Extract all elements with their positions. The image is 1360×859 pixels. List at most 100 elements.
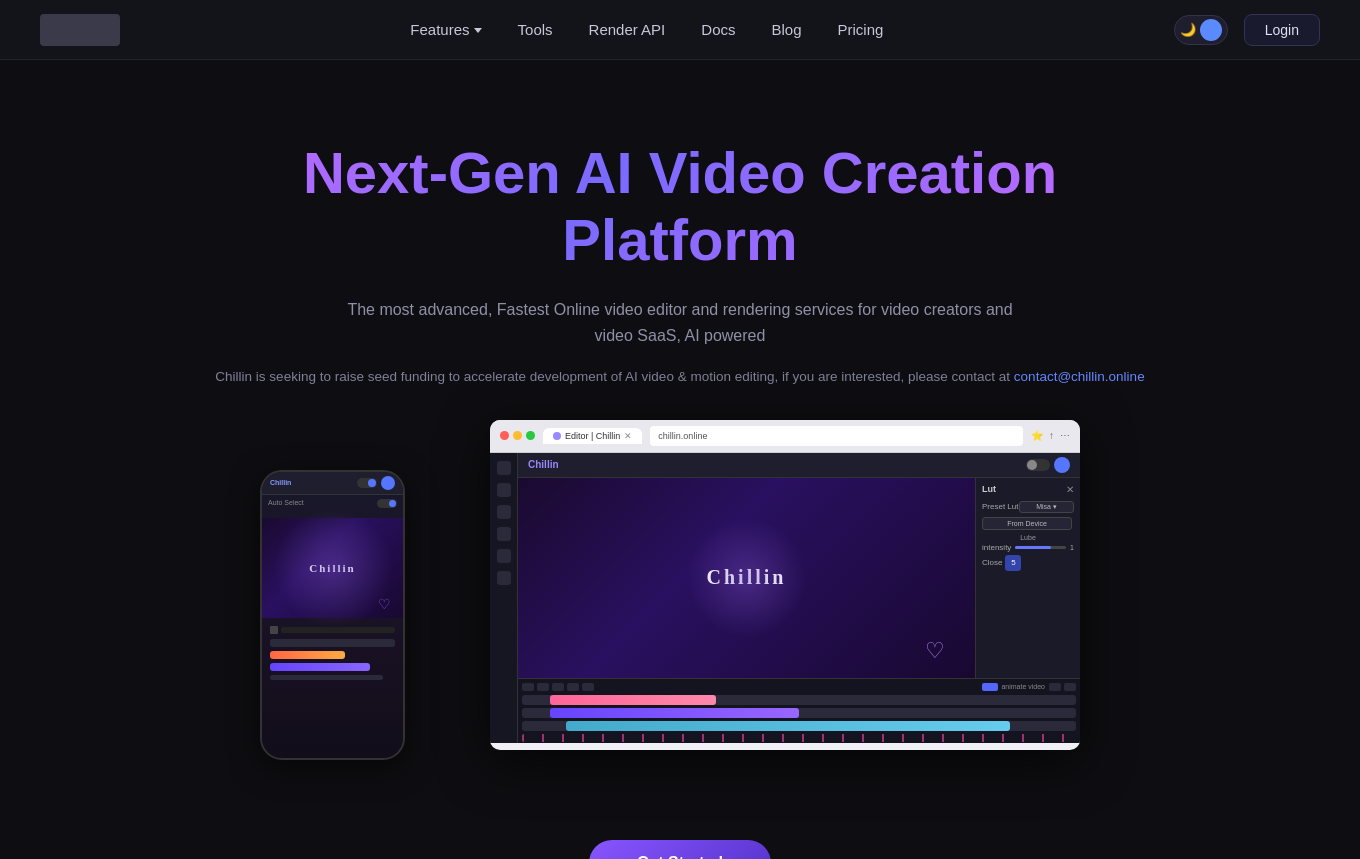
hero-title: Next-Gen AI Video Creation Platform xyxy=(230,140,1130,273)
nav-item-docs[interactable]: Docs xyxy=(701,21,735,39)
phone-heart-icon: ♡ xyxy=(378,596,391,612)
cta-button[interactable]: Get Started xyxy=(589,840,771,859)
share-icon: ↑ xyxy=(1049,430,1054,441)
features-label: Features xyxy=(410,21,469,38)
timeline-timecode: animate video xyxy=(1001,683,1045,691)
timeline-segment-pink xyxy=(550,695,716,705)
timeline-area: animate video xyxy=(518,678,1080,743)
theme-toggle[interactable]: 🌙 xyxy=(1174,15,1228,45)
blog-link[interactable]: Blog xyxy=(771,21,801,38)
timeline-ruler xyxy=(522,734,1076,742)
sidebar-tool-5[interactable] xyxy=(497,549,511,563)
sidebar-tool-2[interactable] xyxy=(497,483,511,497)
close-value-btn[interactable]: 5 xyxy=(1005,555,1021,571)
timeline-btn-1[interactable] xyxy=(522,683,534,691)
phone-timeline-purple xyxy=(270,663,370,671)
timeline-controls: animate video xyxy=(522,683,1076,691)
editor-sidebar xyxy=(490,453,518,743)
docs-link[interactable]: Docs xyxy=(701,21,735,38)
menu-icon: ⋯ xyxy=(1060,430,1070,441)
video-glow xyxy=(687,518,807,638)
editor-main: Chillin ♡ Lut ✕ Preset Lut xyxy=(518,478,1080,678)
browser-url-text: chillin.online xyxy=(658,431,707,441)
funding-message: Chillin is seeking to raise seed funding… xyxy=(215,369,1010,384)
panel-header: Lut ✕ xyxy=(982,484,1074,495)
dot-red xyxy=(500,431,509,440)
nav-item-render-api[interactable]: Render API xyxy=(589,21,666,39)
logo[interactable] xyxy=(40,14,120,46)
timeline-segment-teal xyxy=(566,721,1009,731)
panel-close-icon[interactable]: ✕ xyxy=(1066,484,1074,495)
sidebar-tool-3[interactable] xyxy=(497,505,511,519)
phone-timeline-highlight xyxy=(270,651,345,659)
nav-links: Features Tools Render API Docs Blog Pric… xyxy=(410,21,883,39)
dot-green xyxy=(526,431,535,440)
intensity-row: intensity 1 xyxy=(982,543,1074,552)
mini-toggle[interactable] xyxy=(1026,459,1050,471)
nav-item-blog[interactable]: Blog xyxy=(771,21,801,39)
navbar: Features Tools Render API Docs Blog Pric… xyxy=(0,0,1360,60)
video-heart-icon: ♡ xyxy=(925,638,945,664)
mockup-container: Chillin Auto Select Ch xyxy=(280,420,1080,760)
editor-toggle[interactable] xyxy=(1026,457,1070,473)
editor-header: Chillin xyxy=(518,453,1080,478)
nav-item-tools[interactable]: Tools xyxy=(518,21,553,39)
lube-label: Lube xyxy=(982,534,1074,541)
sidebar-tool-1[interactable] xyxy=(497,461,511,475)
timeline-btn-3[interactable] xyxy=(552,683,564,691)
bookmark-icon: ⭐ xyxy=(1031,430,1043,441)
editor-app-title: Chillin xyxy=(528,459,559,470)
sidebar-tool-6[interactable] xyxy=(497,571,511,585)
render-api-link[interactable]: Render API xyxy=(589,21,666,38)
editor-record-btn[interactable] xyxy=(1054,457,1070,473)
phone-timeline-row2 xyxy=(270,675,383,680)
timeline-fit-btn[interactable] xyxy=(1064,683,1076,691)
hero-section: Next-Gen AI Video Creation Platform The … xyxy=(0,60,1360,859)
browser-dots xyxy=(500,431,535,440)
pricing-link[interactable]: Pricing xyxy=(838,21,884,38)
timeline-btn-4[interactable] xyxy=(567,683,579,691)
timeline-track-3 xyxy=(522,721,1076,731)
sidebar-tool-4[interactable] xyxy=(497,527,511,541)
tools-link[interactable]: Tools xyxy=(518,21,553,38)
from-device-btn[interactable]: From Device xyxy=(982,517,1072,530)
editor-body: Chillin Chillin ♡ xyxy=(490,453,1080,743)
intensity-label: intensity xyxy=(982,543,1011,552)
phone-header: Chillin xyxy=(262,472,403,495)
phone-app-logo: Chillin xyxy=(270,479,291,486)
panel-title: Lut xyxy=(982,484,996,494)
phone-inner: Chillin Auto Select Ch xyxy=(262,472,403,758)
editor-content: Chillin Chillin ♡ xyxy=(518,453,1080,743)
slider-fill xyxy=(1015,546,1051,549)
chevron-down-icon xyxy=(474,28,482,33)
timeline-btn-2[interactable] xyxy=(537,683,549,691)
hero-funding-text: Chillin is seeking to raise seed funding… xyxy=(215,369,1144,384)
intensity-slider[interactable] xyxy=(1015,546,1066,549)
panel-preset-row: Preset Lut Misa ▾ xyxy=(982,501,1074,513)
lut-panel: Lut ✕ Preset Lut Misa ▾ From Device xyxy=(975,478,1080,678)
browser-tab: Editor | Chillin ✕ xyxy=(543,428,642,444)
timeline-track-1 xyxy=(522,695,1076,705)
timeline-btn-5[interactable] xyxy=(582,683,594,691)
video-preview: Chillin ♡ xyxy=(518,478,975,678)
funding-email-link[interactable]: contact@chillin.online xyxy=(1014,369,1145,384)
phone-mockup: Chillin Auto Select Ch xyxy=(260,470,405,760)
browser-actions: ⭐ ↑ ⋯ xyxy=(1031,430,1070,441)
browser-tab-label: Editor | Chillin xyxy=(565,431,620,441)
preset-select[interactable]: Misa ▾ xyxy=(1019,501,1074,513)
timeline-track-2 xyxy=(522,708,1076,718)
phone-video-preview: Chillin ♡ xyxy=(262,518,403,618)
timeline-zoom-btn[interactable] xyxy=(1049,683,1061,691)
hero-subtitle: The most advanced, Fastest Online video … xyxy=(340,297,1020,348)
moon-icon: 🌙 xyxy=(1180,22,1196,37)
nav-item-pricing[interactable]: Pricing xyxy=(838,21,884,39)
browser-mockup: Editor | Chillin ✕ chillin.online ⭐ ↑ ⋯ xyxy=(490,420,1080,750)
intensity-value: 1 xyxy=(1070,544,1074,551)
timeline-play-btn[interactable] xyxy=(982,683,998,691)
nav-item-features[interactable]: Features xyxy=(410,21,481,38)
timeline-segment-purple xyxy=(550,708,799,718)
browser-url-bar: chillin.online xyxy=(650,426,1023,446)
login-button[interactable]: Login xyxy=(1244,14,1320,46)
phone-timeline xyxy=(262,618,403,692)
features-link[interactable]: Features xyxy=(410,21,481,38)
